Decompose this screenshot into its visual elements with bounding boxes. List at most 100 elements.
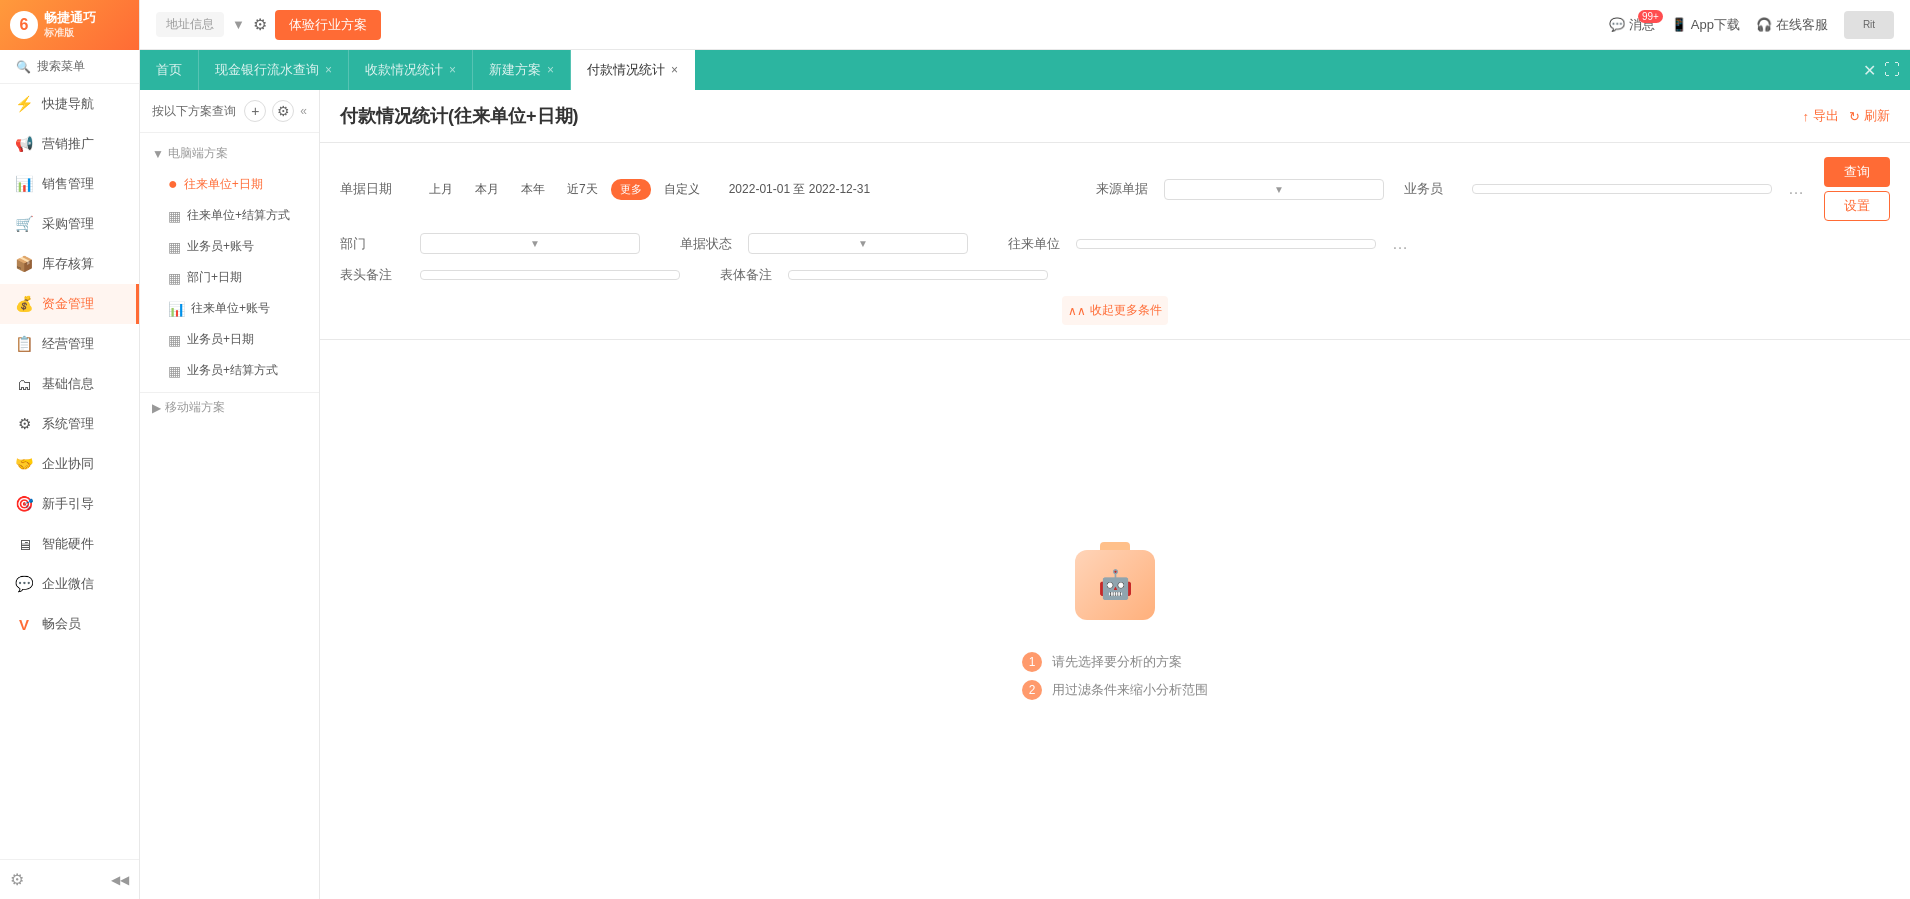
scheme-label-staff-date: 业务员+日期 — [187, 331, 254, 348]
sidebar-item-wechat[interactable]: 💬 企业微信 — [0, 564, 139, 604]
header-note-label: 表头备注 — [340, 266, 400, 284]
export-btn[interactable]: ↑ 导出 — [1803, 107, 1840, 125]
source-select[interactable]: ▼ — [1164, 179, 1384, 200]
desktop-section-label: 电脑端方案 — [168, 145, 228, 162]
staff-input[interactable] — [1472, 184, 1772, 194]
date-btn-this-year[interactable]: 本年 — [512, 177, 554, 202]
message-badge: 99+ — [1638, 10, 1663, 23]
step-label-2: 用过滤条件来缩小分析范围 — [1052, 681, 1208, 699]
sidebar-item-vip[interactable]: V 畅会员 — [0, 604, 139, 644]
scheme-item-partner-date[interactable]: ● 往来单位+日期 — [140, 168, 319, 200]
nav-label: 基础信息 — [42, 375, 94, 393]
body-note-label: 表体备注 — [720, 266, 780, 284]
tab-home[interactable]: 首页 — [140, 50, 199, 90]
service-icon: 🎧 — [1756, 17, 1772, 32]
nav-icon-basic: 🗂 — [14, 374, 34, 394]
tab-payment-stats-close[interactable]: × — [671, 63, 678, 77]
step-num-1: 1 — [1022, 652, 1042, 672]
date-btn-custom[interactable]: 自定义 — [655, 177, 709, 202]
tab-bank-flow-label: 现金银行流水查询 — [215, 61, 319, 79]
tab-receipt-stats-close[interactable]: × — [449, 63, 456, 77]
filter-row-1: 单据日期 上月 本月 本年 近7天 更多 自定义 2022-01-01 至 20… — [340, 157, 1890, 221]
mobile-section-title[interactable]: ▶ 移动端方案 — [140, 393, 319, 422]
empty-robot-icon: 🤖 — [1065, 540, 1165, 640]
collapse-filter-btn[interactable]: ∧∧ 收起更多条件 — [1062, 296, 1168, 325]
dept-select[interactable]: ▼ — [420, 233, 640, 254]
scheme-item-staff-settle[interactable]: ▦ 业务员+结算方式 — [140, 355, 319, 386]
nav-label: 智能硬件 — [42, 535, 94, 553]
footer-collapse-icon[interactable]: ◀◀ — [111, 873, 129, 887]
partner-dots[interactable]: … — [1392, 235, 1408, 253]
tab-bank-flow-close[interactable]: × — [325, 63, 332, 77]
header-note-input[interactable] — [420, 270, 680, 280]
tab-new-scheme-close[interactable]: × — [547, 63, 554, 77]
service-group[interactable]: 🎧 在线客服 — [1756, 16, 1828, 34]
sidebar-item-operation[interactable]: 📋 经营管理 — [0, 324, 139, 364]
nav-label: 新手引导 — [42, 495, 94, 513]
nav-label: 经营管理 — [42, 335, 94, 353]
sidebar-item-basic[interactable]: 🗂 基础信息 — [0, 364, 139, 404]
tab-bank-flow[interactable]: 现金银行流水查询 × — [199, 50, 349, 90]
sidebar-item-cooperation[interactable]: 🤝 企业协同 — [0, 444, 139, 484]
sidebar-item-purchase[interactable]: 🛒 采购管理 — [0, 204, 139, 244]
doc-status-label: 单据状态 — [680, 235, 740, 253]
tab-payment-stats[interactable]: 付款情况统计 × — [571, 50, 695, 90]
scheme-settings-btn[interactable]: ⚙ — [272, 100, 294, 122]
date-btn-more[interactable]: 更多 — [611, 179, 651, 200]
maximize-icon[interactable]: ⛶ — [1884, 61, 1900, 79]
filter-area: 单据日期 上月 本月 本年 近7天 更多 自定义 2022-01-01 至 20… — [320, 143, 1910, 340]
content-area: 按以下方案查询 + ⚙ « ▼ 电脑端方案 ● 往来单位+日期 ▦ — [140, 90, 1910, 899]
partner-input[interactable] — [1076, 239, 1376, 249]
topbar-settings-icon[interactable]: ⚙ — [253, 15, 267, 34]
tab-new-scheme[interactable]: 新建方案 × — [473, 50, 571, 90]
sidebar-item-inventory[interactable]: 📦 库存核算 — [0, 244, 139, 284]
scheme-icon-partner-account: 📊 — [168, 301, 185, 317]
nav-label: 库存核算 — [42, 255, 94, 273]
doc-status-select[interactable]: ▼ — [748, 233, 968, 254]
sidebar-item-guide[interactable]: 🎯 新手引导 — [0, 484, 139, 524]
sidebar-item-sales[interactable]: 📊 销售管理 — [0, 164, 139, 204]
left-panel-actions: + ⚙ « — [244, 100, 307, 122]
sidebar-nav: ⚡ 快捷导航 📢 营销推广 📊 销售管理 🛒 采购管理 📦 库存核算 💰 资金管… — [0, 84, 139, 859]
add-scheme-btn[interactable]: + — [244, 100, 266, 122]
app-download-group[interactable]: 📱 App下载 — [1671, 16, 1740, 34]
topbar-dropdown-icon[interactable]: ▼ — [232, 17, 245, 32]
staff-dots[interactable]: … — [1788, 180, 1804, 198]
query-btn[interactable]: 查询 — [1824, 157, 1890, 187]
message-group[interactable]: 💬 消息 99+ — [1609, 16, 1655, 34]
refresh-btn[interactable]: ↻ 刷新 — [1849, 107, 1890, 125]
collapse-chevron-icon: ∧∧ — [1068, 304, 1086, 318]
scheme-item-staff-account[interactable]: ▦ 业务员+账号 — [140, 231, 319, 262]
tabbar: 首页 现金银行流水查询 × 收款情况统计 × 新建方案 × 付款情况统计 × ✕… — [140, 50, 1910, 90]
message-icon: 💬 — [1609, 17, 1625, 32]
sidebar-item-hardware[interactable]: 🖥 智能硬件 — [0, 524, 139, 564]
scheme-item-dept-date[interactable]: ▦ 部门+日期 — [140, 262, 319, 293]
scheme-item-partner-account[interactable]: 📊 往来单位+账号 — [140, 293, 319, 324]
sidebar-item-system[interactable]: ⚙ 系统管理 — [0, 404, 139, 444]
sidebar-item-quick-nav[interactable]: ⚡ 快捷导航 — [0, 84, 139, 124]
date-btn-last-month[interactable]: 上月 — [420, 177, 462, 202]
close-all-icon[interactable]: ✕ — [1863, 61, 1876, 80]
date-btn-this-month[interactable]: 本月 — [466, 177, 508, 202]
date-btn-7days[interactable]: 近7天 — [558, 177, 607, 202]
mobile-section-label: 移动端方案 — [165, 399, 225, 416]
service-label: 在线客服 — [1776, 16, 1828, 34]
nav-label: 营销推广 — [42, 135, 94, 153]
user-avatar[interactable]: Rit — [1844, 11, 1894, 39]
sidebar-item-marketing[interactable]: 📢 营销推广 — [0, 124, 139, 164]
settings-btn[interactable]: 设置 — [1824, 191, 1890, 221]
left-panel-header: 按以下方案查询 + ⚙ « — [140, 90, 319, 133]
scheme-item-staff-date[interactable]: ▦ 业务员+日期 — [140, 324, 319, 355]
tab-receipt-stats[interactable]: 收款情况统计 × — [349, 50, 473, 90]
tabbar-actions: ✕ ⛶ — [1853, 50, 1910, 90]
trial-btn[interactable]: 体验行业方案 — [275, 10, 381, 40]
brand-name: 畅捷通巧 — [44, 10, 96, 26]
sidebar-item-capital[interactable]: 💰 资金管理 — [0, 284, 139, 324]
footer-settings-icon[interactable]: ⚙ — [10, 870, 24, 889]
brand-sub: 标准版 — [44, 26, 96, 40]
body-note-input[interactable] — [788, 270, 1048, 280]
scheme-item-partner-settle[interactable]: ▦ 往来单位+结算方式 — [140, 200, 319, 231]
search-menu[interactable]: 🔍 搜索菜单 — [0, 50, 139, 84]
panel-collapse-btn[interactable]: « — [300, 104, 307, 118]
desktop-section-title[interactable]: ▼ 电脑端方案 — [140, 139, 319, 168]
